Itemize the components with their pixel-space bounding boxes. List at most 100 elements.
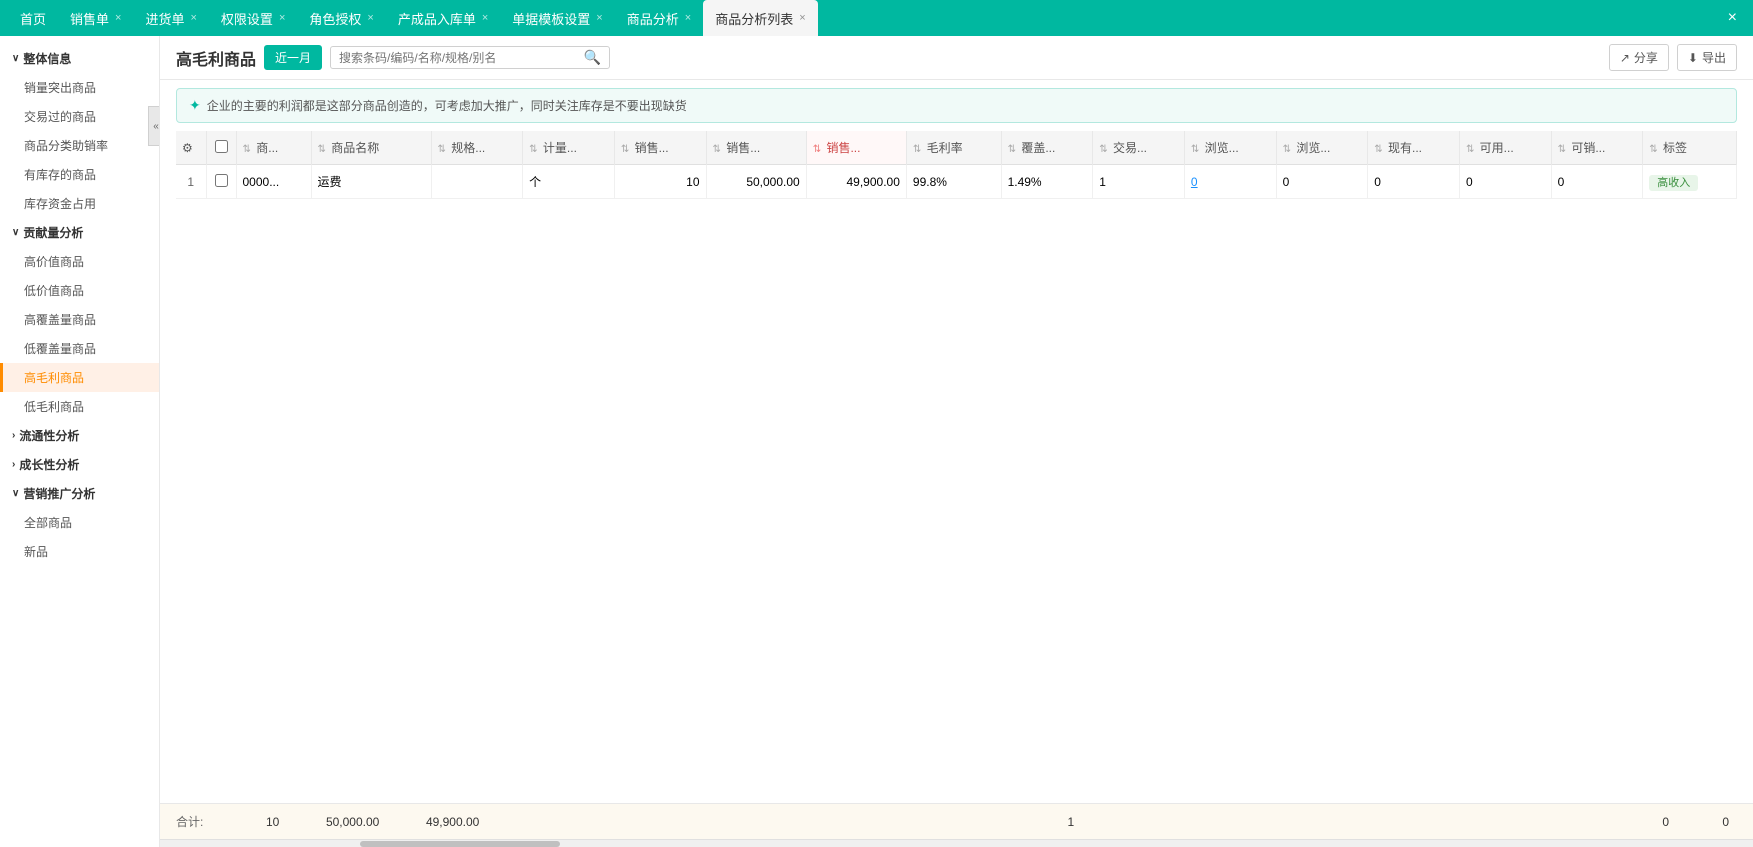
sidebar-item-new-products[interactable]: 新品	[0, 537, 159, 566]
row-browse2: 0	[1276, 165, 1368, 199]
row-unit: 个	[523, 165, 615, 199]
nav-product-analysis[interactable]: 商品分析 ×	[615, 0, 703, 36]
row-saleable-stock: 0	[1551, 165, 1643, 199]
sidebar-section-overall[interactable]: ∨ 整体信息	[0, 44, 159, 73]
filter-recent-month-button[interactable]: 近一月	[264, 45, 322, 70]
close-product-analysis-icon[interactable]: ×	[685, 12, 691, 24]
row-sales-profit: 49,900.00	[806, 165, 906, 199]
sidebar-item-high-value[interactable]: 高价值商品	[0, 247, 159, 276]
close-template-icon[interactable]: ×	[596, 12, 602, 24]
sidebar-item-low-value[interactable]: 低价值商品	[0, 276, 159, 305]
col-current-stock[interactable]: ⇅ 现有...	[1368, 131, 1460, 165]
col-checkbox[interactable]	[206, 131, 236, 165]
sidebar-item-hot-products[interactable]: 销量突出商品	[0, 73, 159, 102]
share-icon: ↗	[1620, 51, 1630, 65]
scrollbar-thumb[interactable]	[360, 841, 560, 847]
sort-available-stock-icon: ⇅	[1466, 144, 1474, 155]
nav-permission-settings[interactable]: 权限设置 ×	[209, 0, 297, 36]
close-sales-order-icon[interactable]: ×	[115, 12, 121, 24]
sidebar-section-marketing[interactable]: ∨ 营销推广分析	[0, 479, 159, 508]
close-purchase-order-icon[interactable]: ×	[190, 12, 196, 24]
footer-label: 合计:	[176, 813, 203, 830]
footer-sales-profit: 49,900.00	[387, 815, 487, 829]
col-settings[interactable]: ⚙	[176, 131, 206, 165]
col-coverage[interactable]: ⇅ 覆盖...	[1001, 131, 1093, 165]
close-all-tabs-button[interactable]: ×	[1720, 9, 1745, 27]
close-role-auth-icon[interactable]: ×	[367, 12, 373, 24]
info-banner: ✦ 企业的主要的利润都是这部分商品创造的，可考虑加大推广，同时关注库存是不要出现…	[176, 88, 1737, 123]
sort-sales-qty-icon: ⇅	[621, 144, 629, 155]
sidebar-item-low-coverage[interactable]: 低覆盖量商品	[0, 334, 159, 363]
share-button[interactable]: ↗ 分享	[1609, 44, 1669, 71]
table-container[interactable]: ⚙ ⇅ 商... ⇅ 商品名称	[160, 131, 1753, 803]
row-spec	[431, 165, 523, 199]
sidebar-collapse-button[interactable]: «	[148, 106, 160, 146]
sidebar-item-stock-capital[interactable]: 库存资金占用	[0, 189, 159, 218]
nav-product-storage[interactable]: 产成品入库单 ×	[386, 0, 500, 36]
sort-code-icon: ⇅	[243, 144, 251, 155]
sidebar-item-low-margin[interactable]: 低毛利商品	[0, 392, 159, 421]
col-code[interactable]: ⇅ 商...	[236, 131, 311, 165]
sidebar-section-contribution[interactable]: ∨ 贡献量分析	[0, 218, 159, 247]
sidebar-item-category-assist[interactable]: 商品分类助销率	[0, 131, 159, 160]
sidebar-section-liquidity[interactable]: › 流通性分析	[0, 421, 159, 450]
sidebar-item-high-coverage[interactable]: 高覆盖量商品	[0, 305, 159, 334]
sidebar-section-growth[interactable]: › 成长性分析	[0, 450, 159, 479]
col-browse2[interactable]: ⇅ 浏览...	[1276, 131, 1368, 165]
nav-purchase-order[interactable]: 进货单 ×	[133, 0, 208, 36]
close-permission-icon[interactable]: ×	[279, 12, 285, 24]
arrow-marketing-icon: ∨	[12, 488, 19, 499]
row-sales-amount: 50,000.00	[706, 165, 806, 199]
col-unit[interactable]: ⇅ 计量...	[523, 131, 615, 165]
sort-unit-icon: ⇅	[529, 144, 537, 155]
arrow-liquidity-icon: ›	[12, 430, 15, 441]
sidebar-item-all-products[interactable]: 全部商品	[0, 508, 159, 537]
nav-role-auth[interactable]: 角色授权 ×	[297, 0, 385, 36]
col-sales-qty[interactable]: ⇅ 销售...	[614, 131, 706, 165]
col-sales-profit[interactable]: ⇅ 销售...	[806, 131, 906, 165]
arrow-contribution-icon: ∨	[12, 227, 19, 238]
nav-template-settings[interactable]: 单据模板设置 ×	[500, 0, 614, 36]
col-saleable-stock[interactable]: ⇅ 可销...	[1551, 131, 1643, 165]
sort-transaction-icon: ⇅	[1099, 144, 1107, 155]
content-header: 高毛利商品 近一月 🔍 ↗ 分享 ⬇ 导出	[160, 36, 1753, 80]
sidebar-item-in-stock[interactable]: 有库存的商品	[0, 160, 159, 189]
col-transaction[interactable]: ⇅ 交易...	[1093, 131, 1185, 165]
row-browse1[interactable]: 0	[1184, 165, 1276, 199]
row-name: 运费	[311, 165, 431, 199]
col-gross-margin[interactable]: ⇅ 毛利率	[906, 131, 1001, 165]
sort-saleable-stock-icon: ⇅	[1558, 144, 1566, 155]
sort-browse1-icon: ⇅	[1191, 144, 1199, 155]
row-checkbox-cell[interactable]	[206, 165, 236, 199]
col-name[interactable]: ⇅ 商品名称	[311, 131, 431, 165]
export-button[interactable]: ⬇ 导出	[1677, 44, 1737, 71]
nav-sales-order[interactable]: 销售单 ×	[58, 0, 133, 36]
col-tag[interactable]: ⇅ 标签	[1643, 131, 1737, 165]
nav-product-analysis-list[interactable]: 商品分析列表 ×	[703, 0, 817, 36]
col-browse1[interactable]: ⇅ 浏览...	[1184, 131, 1276, 165]
nav-home[interactable]: 首页	[8, 0, 58, 36]
horizontal-scrollbar[interactable]	[160, 839, 1753, 847]
col-sales-amount[interactable]: ⇅ 销售...	[706, 131, 806, 165]
close-product-analysis-list-icon[interactable]: ×	[799, 12, 805, 24]
sidebar: ∨ 整体信息 销量突出商品 交易过的商品 商品分类助销率 有库存的商品 库存资金…	[0, 36, 160, 847]
row-checkbox[interactable]	[215, 174, 228, 187]
search-icon[interactable]: 🔍	[584, 49, 601, 66]
col-available-stock[interactable]: ⇅ 可用...	[1459, 131, 1551, 165]
sidebar-item-high-margin[interactable]: 高毛利商品	[0, 363, 159, 392]
row-coverage: 1.49%	[1001, 165, 1093, 199]
info-icon: ✦	[189, 97, 201, 114]
row-gross-margin: 99.8%	[906, 165, 1001, 199]
row-sales-qty: 10	[614, 165, 706, 199]
row-current-stock: 0	[1368, 165, 1460, 199]
close-product-storage-icon[interactable]: ×	[482, 12, 488, 24]
row-tag: 高收入	[1643, 165, 1737, 199]
sidebar-item-traded-products[interactable]: 交易过的商品	[0, 102, 159, 131]
select-all-checkbox[interactable]	[215, 140, 228, 153]
footer-available-stock: 0	[1677, 815, 1737, 829]
row-available-stock: 0	[1459, 165, 1551, 199]
col-spec[interactable]: ⇅ 规格...	[431, 131, 523, 165]
search-input[interactable]	[339, 51, 584, 65]
sort-spec-icon: ⇅	[438, 144, 446, 155]
sort-gross-margin-icon: ⇅	[913, 144, 921, 155]
